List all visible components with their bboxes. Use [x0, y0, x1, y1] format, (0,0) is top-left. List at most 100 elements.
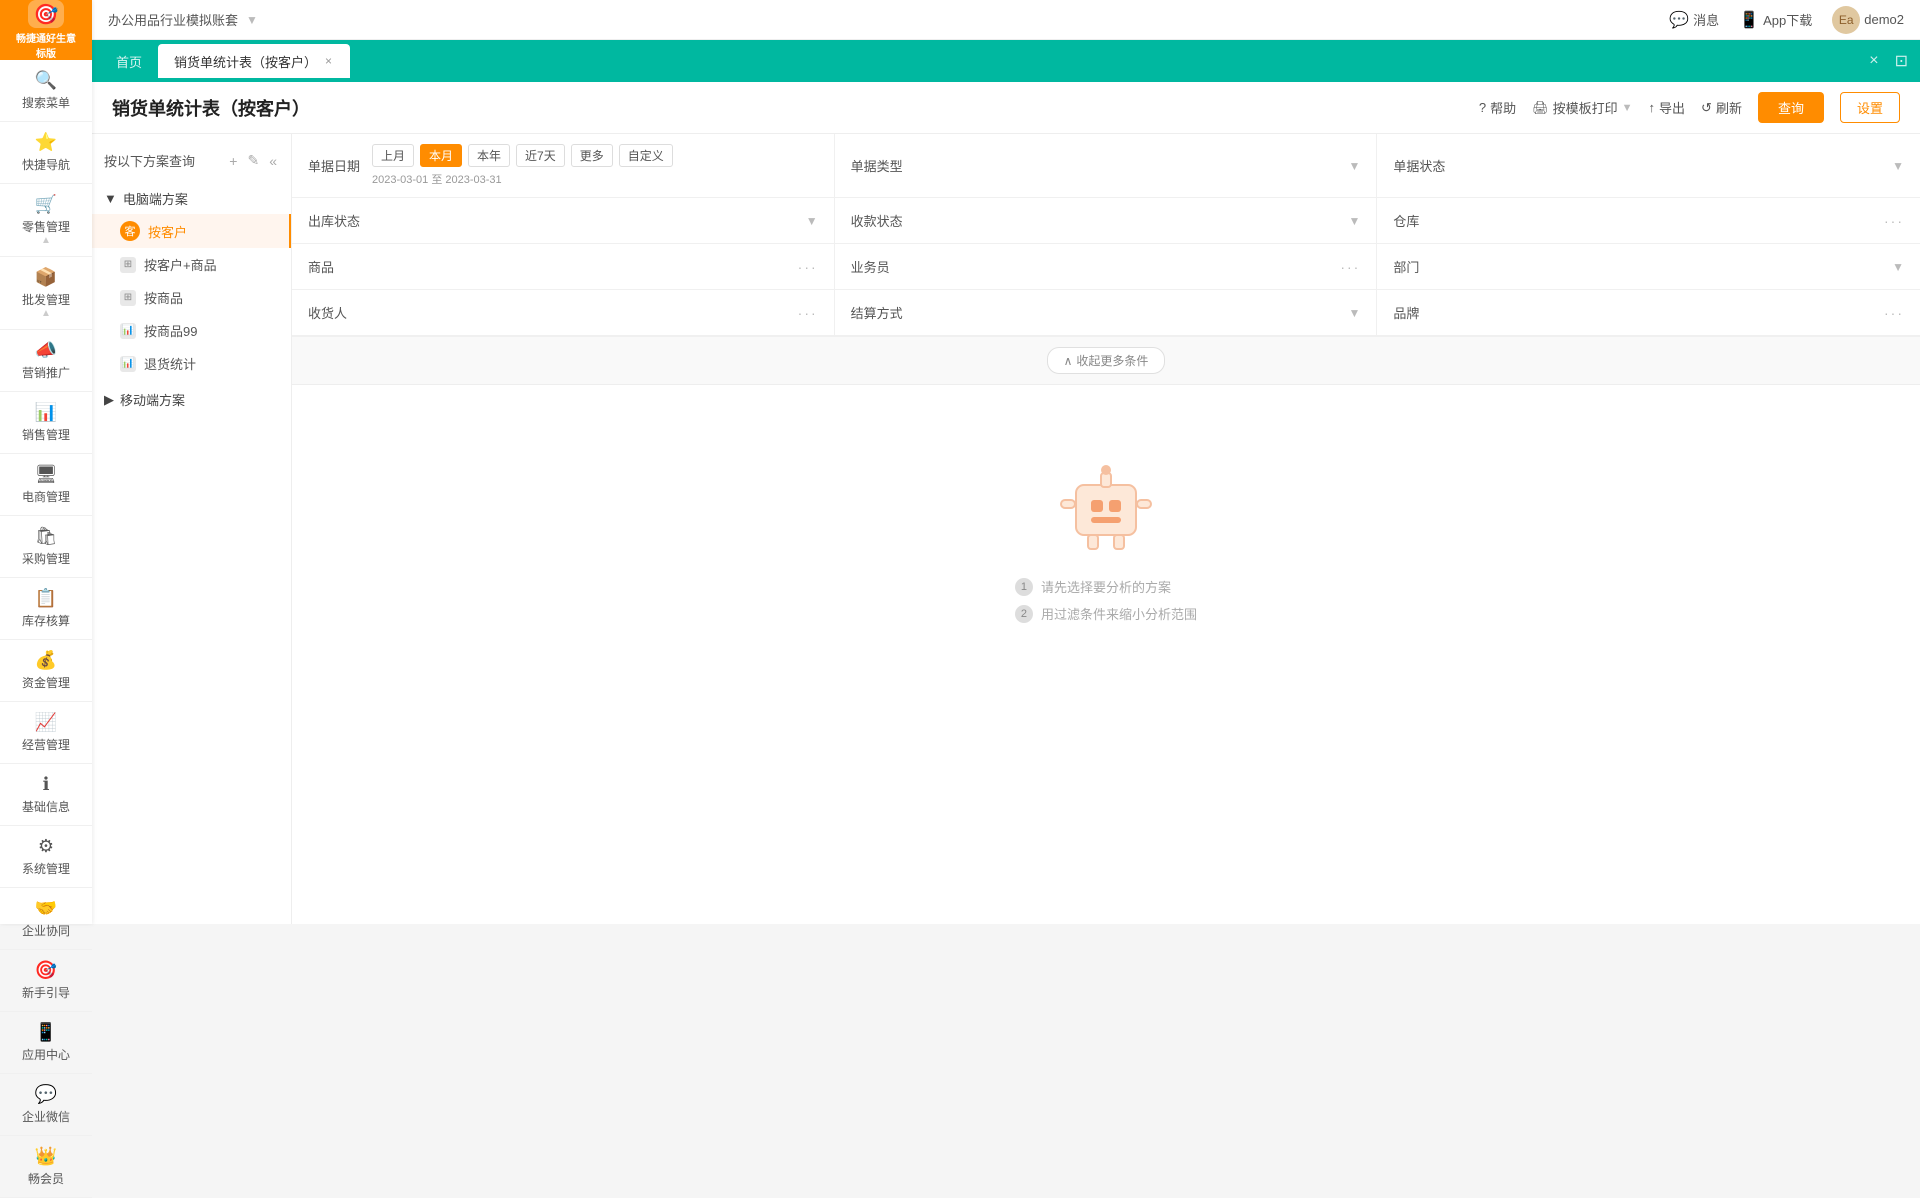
- sidebar-item-label: 畅会员: [28, 1170, 64, 1187]
- sidebar-item-enterprise-collab[interactable]: 🤝 企业协同: [0, 888, 92, 950]
- query-button[interactable]: 查询: [1758, 92, 1824, 123]
- plan-item-by-customer[interactable]: 客 按客户: [92, 214, 291, 248]
- sidebar-item-label: 零售管理: [22, 218, 70, 235]
- template-print-button[interactable]: 🖨 按模板打印 ▼: [1532, 98, 1632, 117]
- sidebar-item-sales[interactable]: 📊 销售管理: [0, 392, 92, 454]
- help-label: 帮助: [1490, 98, 1516, 117]
- date-filter-buttons: 上月 本月 本年 近7天 更多 自定义: [372, 144, 673, 167]
- sidebar-item-finance[interactable]: 💰 资金管理: [0, 640, 92, 702]
- date-btn-this-year[interactable]: 本年: [468, 144, 510, 167]
- plan-item-by-goods-99[interactable]: 📊 按商品99: [92, 314, 291, 347]
- tab-home[interactable]: 首页: [100, 44, 158, 78]
- sidebar-item-system[interactable]: ⚙ 系统管理: [0, 826, 92, 888]
- sidebar-item-new-guide[interactable]: 🎯 新手引导: [0, 950, 92, 1012]
- refresh-button[interactable]: ↺ 刷新: [1701, 98, 1742, 117]
- industry-dropdown-icon[interactable]: ▼: [246, 13, 258, 27]
- filter-warehouse-label: 仓库: [1393, 211, 1449, 230]
- date-btn-last-month[interactable]: 上月: [372, 144, 414, 167]
- plan-item-by-customer-goods[interactable]: ⊞ 按客户+商品: [92, 248, 291, 281]
- help-icon: ?: [1479, 100, 1486, 115]
- sidebar-item-member[interactable]: 👑 畅会员: [0, 1136, 92, 1198]
- print-dropdown-icon: ▼: [1622, 102, 1633, 114]
- app-download-button[interactable]: 📱 App下载: [1739, 10, 1812, 30]
- export-button[interactable]: ↑ 导出: [1649, 98, 1686, 117]
- tab-sales-summary[interactable]: 销货单统计表（按客户） ×: [158, 44, 350, 78]
- sidebar-item-label: 基础信息: [22, 798, 70, 815]
- sidebar-item-inventory[interactable]: 📋 库存核算: [0, 578, 92, 640]
- restore-window-button[interactable]: ⊡: [1891, 47, 1912, 75]
- plan-item-by-goods[interactable]: ⊞ 按商品: [92, 281, 291, 314]
- industry-label[interactable]: 办公用品行业模拟账套: [108, 10, 238, 29]
- date-btn-7days[interactable]: 近7天: [516, 144, 565, 167]
- settings-button[interactable]: 设置: [1840, 92, 1900, 123]
- sidebar-item-label: 采购管理: [22, 550, 70, 567]
- brand-select[interactable]: ···: [1457, 305, 1904, 321]
- filter-order-type-label: 单据类型: [851, 156, 907, 175]
- sidebar-item-label: 系统管理: [22, 860, 70, 877]
- out-status-select[interactable]: ▼: [372, 214, 818, 228]
- collapse-button[interactable]: ∧ 收起更多条件: [1047, 347, 1166, 374]
- warehouse-dots[interactable]: ···: [1884, 213, 1904, 229]
- department-select[interactable]: ▼: [1457, 260, 1904, 274]
- mobile-section-header[interactable]: ▶ 移动端方案: [92, 384, 291, 415]
- recipient-dots[interactable]: ···: [798, 305, 818, 321]
- brand-dots[interactable]: ···: [1884, 305, 1904, 321]
- salesperson-select[interactable]: ···: [915, 259, 1361, 275]
- filter-brand-cell: 品牌 ···: [1377, 290, 1920, 336]
- sidebar-item-purchase[interactable]: 🛍 采购管理: [0, 516, 92, 578]
- filter-collection-label: 收款状态: [851, 211, 907, 230]
- refresh-label: 刷新: [1716, 98, 1742, 117]
- tab-close-button[interactable]: ×: [323, 52, 334, 70]
- plan-collapse-button[interactable]: «: [267, 150, 279, 171]
- plan-add-button[interactable]: +: [227, 150, 239, 171]
- sidebar-item-wholesale[interactable]: 📦 批发管理 ▲: [0, 257, 92, 330]
- desktop-section-header[interactable]: ▼ 电脑端方案: [92, 183, 291, 214]
- sidebar-item-wechat[interactable]: 💬 企业微信: [0, 1074, 92, 1136]
- marketing-icon: 📣: [35, 340, 57, 361]
- order-type-arrow: ▼: [1348, 159, 1360, 173]
- order-status-select[interactable]: ▼: [1457, 159, 1904, 173]
- collection-select[interactable]: ▼: [915, 214, 1361, 228]
- search-menu-icon: 🔍: [35, 70, 57, 91]
- help-button[interactable]: ? 帮助: [1479, 98, 1516, 117]
- export-icon: ↑: [1649, 100, 1656, 115]
- goods-dots[interactable]: ···: [798, 259, 818, 275]
- user-menu[interactable]: Ea demo2: [1832, 6, 1904, 34]
- filter-recipient-label: 收货人: [308, 303, 364, 322]
- sidebar-item-app-center[interactable]: 📱 应用中心: [0, 1012, 92, 1074]
- goods-select[interactable]: ···: [372, 259, 818, 275]
- department-arrow: ▼: [1892, 260, 1904, 274]
- date-btn-this-month[interactable]: 本月: [420, 144, 462, 167]
- sidebar-item-marketing[interactable]: 📣 营销推广: [0, 330, 92, 392]
- collapse-bar: ∧ 收起更多条件: [292, 337, 1920, 385]
- warehouse-select[interactable]: ···: [1457, 213, 1904, 229]
- sidebar-item-quick-nav[interactable]: ⭐ 快捷导航: [0, 122, 92, 184]
- message-button[interactable]: 💬 消息: [1669, 10, 1719, 30]
- salesperson-dots[interactable]: ···: [1340, 259, 1360, 275]
- tab-home-label: 首页: [116, 52, 142, 71]
- sidebar-item-label: 快捷导航: [22, 156, 70, 173]
- settlement-select[interactable]: ▼: [915, 306, 1361, 320]
- return-stats-label: 退货统计: [144, 354, 196, 373]
- sidebar-item-ops[interactable]: 📈 经营管理: [0, 702, 92, 764]
- close-window-button[interactable]: ×: [1865, 47, 1882, 75]
- filter-goods-label: 商品: [308, 257, 364, 276]
- export-label: 导出: [1659, 98, 1685, 117]
- plan-item-return-stats[interactable]: 📊 退货统计: [92, 347, 291, 380]
- print-label: 按模板打印: [1553, 98, 1618, 117]
- sidebar-item-retail[interactable]: 🛒 零售管理 ▲: [0, 184, 92, 257]
- page-header: 销货单统计表（按客户） ? 帮助 🖨 按模板打印 ▼ ↑ 导出 ↺ 刷新: [92, 82, 1920, 134]
- sidebar-item-ecom[interactable]: 🖥 电商管理: [0, 454, 92, 516]
- order-type-select[interactable]: ▼: [915, 159, 1361, 173]
- sidebar-item-basic[interactable]: ℹ 基础信息: [0, 764, 92, 826]
- plan-edit-button[interactable]: ✎: [245, 150, 261, 171]
- date-btn-custom[interactable]: 自定义: [619, 144, 673, 167]
- page-content: 销货单统计表（按客户） ? 帮助 🖨 按模板打印 ▼ ↑ 导出 ↺ 刷新: [92, 82, 1920, 924]
- date-btn-more[interactable]: 更多: [571, 144, 613, 167]
- sidebar-item-search-menu[interactable]: 🔍 搜索菜单: [0, 60, 92, 122]
- sidebar-item-label: 批发管理: [22, 291, 70, 308]
- recipient-select[interactable]: ···: [372, 305, 818, 321]
- by-goods-label: 按商品: [144, 288, 183, 307]
- desktop-section-label: 电脑端方案: [123, 189, 188, 208]
- top-header: 办公用品行业模拟账套 ▼ 💬 消息 📱 App下载 Ea demo2: [92, 0, 1920, 40]
